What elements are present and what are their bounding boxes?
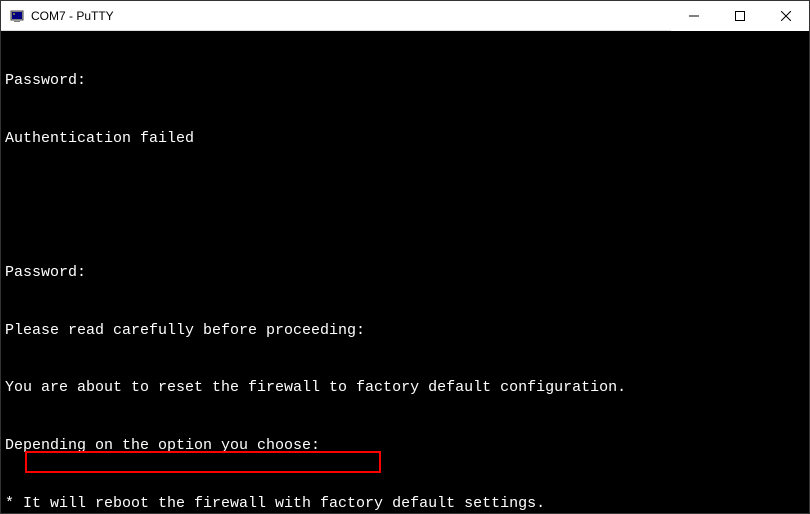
terminal-line: You are about to reset the firewall to f… [5,378,805,397]
terminal-line: Please read carefully before proceeding: [5,321,805,340]
terminal-line: Authentication failed [5,129,805,148]
terminal-area[interactable]: Password: Authentication failed Password… [1,31,809,513]
terminal-line: * It will reboot the firewall with facto… [5,494,805,513]
putty-icon [9,8,25,24]
terminal-line: Password: [5,263,805,282]
close-button[interactable] [763,1,809,31]
terminal-line: Depending on the option you choose: [5,436,805,455]
titlebar[interactable]: COM7 - PuTTY [1,1,809,31]
window-title: COM7 - PuTTY [31,9,671,23]
terminal-line: Password: [5,71,805,90]
maximize-button[interactable] [717,1,763,31]
minimize-button[interactable] [671,1,717,31]
putty-window: COM7 - PuTTY Password: Authentication fa… [0,0,810,514]
window-controls [671,1,809,30]
